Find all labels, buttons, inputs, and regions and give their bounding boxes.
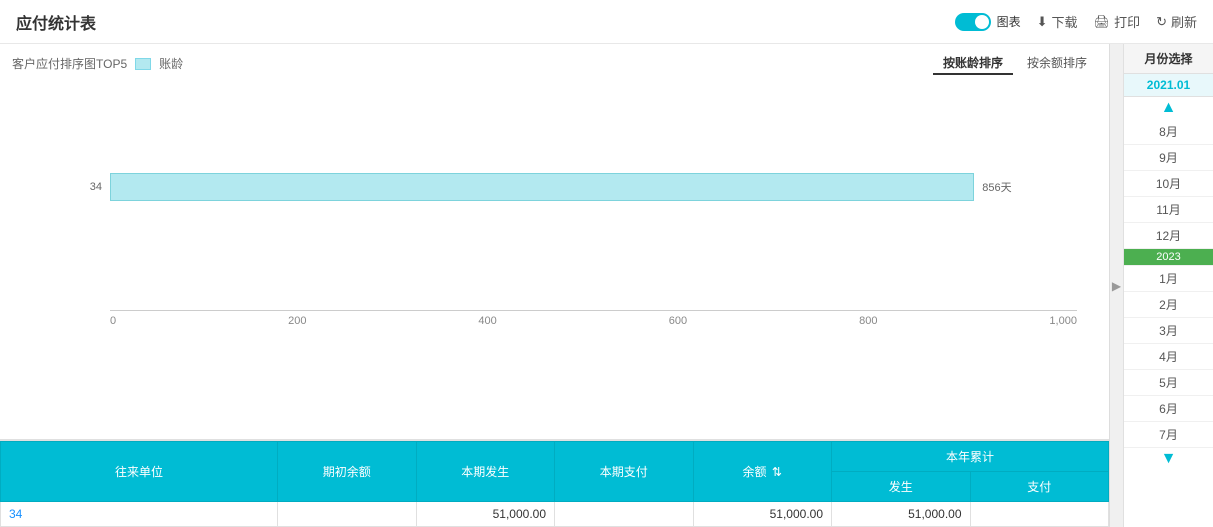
year-2023: 2023 xyxy=(1124,249,1213,266)
col-header-opening: 期初余额 xyxy=(278,442,417,502)
col-header-ytd-pay: 支付 xyxy=(970,472,1109,502)
month-1[interactable]: 1月 xyxy=(1124,266,1213,292)
sort-icon: ⇅ xyxy=(772,465,782,479)
month-10[interactable]: 10月 xyxy=(1124,171,1213,197)
x-tick-1000: 1,000 xyxy=(1049,315,1077,327)
sidebar-header: 月份选择 xyxy=(1124,44,1213,74)
app-header: 应付统计表 图表 ⬇ 下载 🖨 打印 ↻ 刷新 xyxy=(0,0,1213,44)
bars-container: 34 856天 0 200 400 600 800 xyxy=(72,87,1077,287)
month-3[interactable]: 3月 xyxy=(1124,318,1213,344)
chart-legend: 客户应付排序图TOP5 账龄 xyxy=(12,55,183,72)
print-button[interactable]: 🖨 打印 xyxy=(1094,12,1141,31)
data-table: 往来单位 期初余额 本期发生 本期支付 余额 ⇅ 本年累计 xyxy=(0,441,1109,527)
legend-title: 客户应付排序图TOP5 xyxy=(12,55,127,72)
x-tick-600: 600 xyxy=(669,315,687,327)
month-11[interactable]: 11月 xyxy=(1124,197,1213,223)
download-icon: ⬇ xyxy=(1037,14,1048,30)
scroll-up-button[interactable]: ▲ xyxy=(1124,97,1213,119)
print-icon: 🖨 xyxy=(1094,14,1111,30)
col-header-current-occur: 本期发生 xyxy=(416,442,555,502)
sidebar-toggle[interactable]: ▶ xyxy=(1109,44,1123,527)
bar-chart: 34 856天 0 200 400 600 800 xyxy=(12,79,1097,431)
chart-toggle-container: 图表 xyxy=(955,13,1021,31)
col-header-balance: 余额 ⇅ xyxy=(693,442,832,502)
col-header-ytd: 本年累计 xyxy=(832,442,1109,472)
sort-by-amount-button[interactable]: 按账龄排序 xyxy=(933,52,1013,75)
refresh-icon: ↻ xyxy=(1156,14,1167,30)
download-label: 下载 xyxy=(1052,12,1078,31)
table-body: 34 51,000.00 51,000.00 51,000.00 xyxy=(1,502,1109,527)
table-row: 34 51,000.00 51,000.00 51,000.00 xyxy=(1,502,1109,527)
month-12[interactable]: 12月 xyxy=(1124,223,1213,249)
refresh-label: 刷新 xyxy=(1171,12,1197,31)
chart-toggle[interactable] xyxy=(955,13,991,31)
bar-end-label: 856天 xyxy=(982,179,1011,195)
cell-balance: 51,000.00 xyxy=(693,502,832,527)
table-wrapper: 往来单位 期初余额 本期发生 本期支付 余额 ⇅ 本年累计 xyxy=(0,441,1109,527)
sort-by-balance-button[interactable]: 按余额排序 xyxy=(1017,52,1097,75)
table-header-row: 往来单位 期初余额 本期发生 本期支付 余额 ⇅ 本年累计 xyxy=(1,442,1109,472)
col-header-unit: 往来单位 xyxy=(1,442,278,502)
x-tick-0: 0 xyxy=(110,315,116,327)
month-list: ▲ 8月 9月 10月 11月 12月 2023 1月 2月 3月 4月 5月 … xyxy=(1124,97,1213,527)
cell-current-occur: 51,000.00 xyxy=(416,502,555,527)
month-6[interactable]: 6月 xyxy=(1124,396,1213,422)
cell-opening xyxy=(278,502,417,527)
col-header-current-pay: 本期支付 xyxy=(555,442,694,502)
x-tick-400: 400 xyxy=(478,315,496,327)
legend-box-label: 账龄 xyxy=(159,55,183,72)
month-9[interactable]: 9月 xyxy=(1124,145,1213,171)
cell-current-pay xyxy=(555,502,694,527)
cell-unit: 34 xyxy=(1,502,278,527)
bar-row-34: 34 856天 xyxy=(72,169,1077,205)
chevron-right-icon: ▶ xyxy=(1112,279,1121,293)
chart-panel: 客户应付排序图TOP5 账龄 按账龄排序 按余额排序 34 xyxy=(0,44,1109,439)
chart-header: 客户应付排序图TOP5 账龄 按账龄排序 按余额排序 xyxy=(12,52,1097,75)
print-label: 打印 xyxy=(1114,12,1140,31)
bar-fill xyxy=(110,173,974,201)
x-tick-200: 200 xyxy=(288,315,306,327)
download-button[interactable]: ⬇ 下载 xyxy=(1037,12,1078,31)
scroll-down-button[interactable]: ▼ xyxy=(1124,448,1213,470)
month-7[interactable]: 7月 xyxy=(1124,422,1213,448)
bar-y-label: 34 xyxy=(72,181,102,193)
chart-area: 客户应付排序图TOP5 账龄 按账龄排序 按余额排序 34 xyxy=(0,44,1109,527)
month-8[interactable]: 8月 xyxy=(1124,119,1213,145)
month-2[interactable]: 2月 xyxy=(1124,292,1213,318)
legend-color-box xyxy=(135,58,151,70)
month-5[interactable]: 5月 xyxy=(1124,370,1213,396)
cell-ytd-pay xyxy=(970,502,1109,527)
chart-sort-buttons: 按账龄排序 按余额排序 xyxy=(933,52,1097,75)
x-tick-800: 800 xyxy=(859,315,877,327)
col-header-ytd-occur: 发生 xyxy=(832,472,971,502)
refresh-button[interactable]: ↻ 刷新 xyxy=(1156,12,1197,31)
header-actions: 图表 ⬇ 下载 🖨 打印 ↻ 刷新 xyxy=(955,12,1197,31)
month-sidebar: 月份选择 2021.01 ▲ 8月 9月 10月 11月 12月 2023 1月… xyxy=(1123,44,1213,527)
unit-link[interactable]: 34 xyxy=(9,507,22,521)
cell-ytd-occur: 51,000.00 xyxy=(832,502,971,527)
month-4[interactable]: 4月 xyxy=(1124,344,1213,370)
main-content: 客户应付排序图TOP5 账龄 按账龄排序 按余额排序 34 xyxy=(0,44,1213,527)
sidebar-current-month[interactable]: 2021.01 xyxy=(1124,74,1213,97)
toggle-label: 图表 xyxy=(997,13,1021,30)
page-title: 应付统计表 xyxy=(16,10,96,34)
table-area: 往来单位 期初余额 本期发生 本期支付 余额 ⇅ 本年累计 xyxy=(0,439,1109,527)
